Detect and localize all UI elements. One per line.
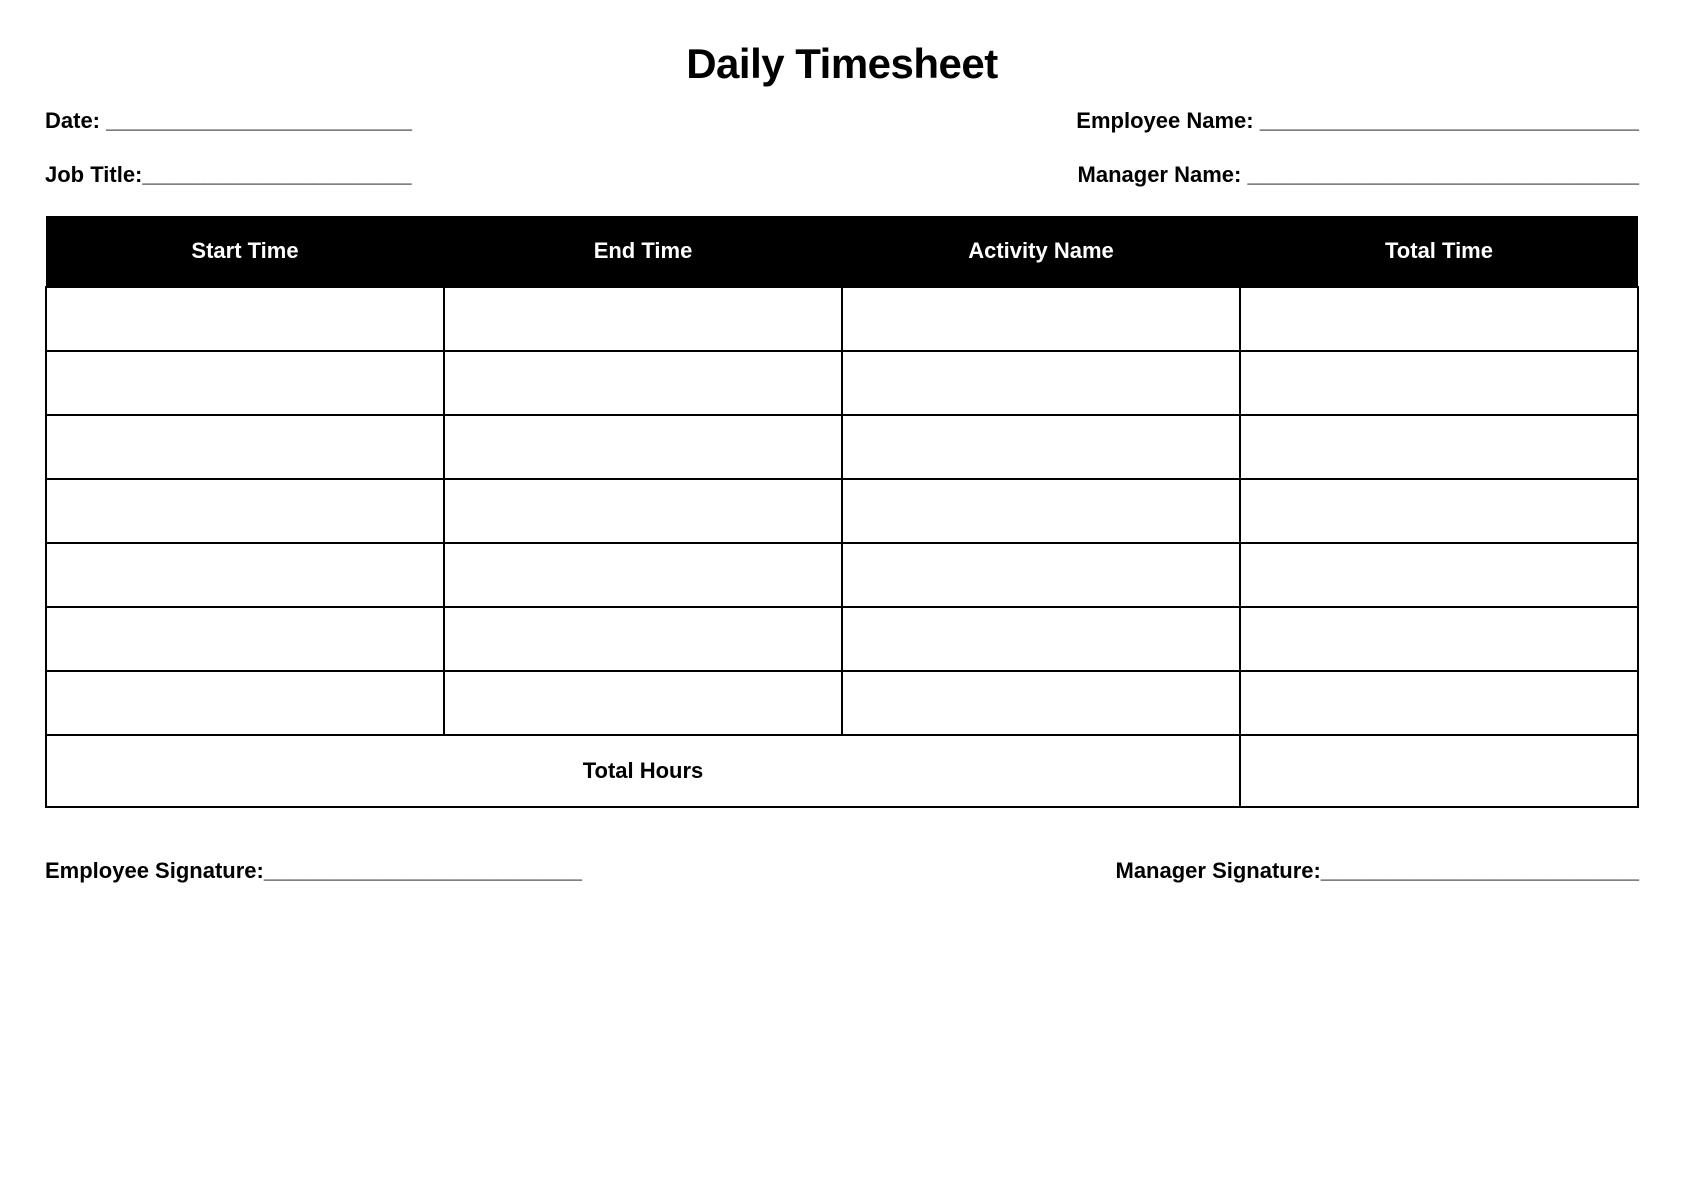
- cell-start-time[interactable]: [46, 543, 444, 607]
- cell-start-time[interactable]: [46, 287, 444, 351]
- cell-end-time[interactable]: [444, 671, 842, 735]
- info-row-2: Job Title:______________________ Manager…: [45, 162, 1639, 188]
- cell-start-time[interactable]: [46, 671, 444, 735]
- cell-total-time[interactable]: [1240, 351, 1638, 415]
- total-hours-value[interactable]: [1240, 735, 1638, 807]
- cell-total-time[interactable]: [1240, 671, 1638, 735]
- cell-start-time[interactable]: [46, 351, 444, 415]
- page-title: Daily Timesheet: [45, 40, 1639, 88]
- cell-end-time[interactable]: [444, 287, 842, 351]
- manager-signature-field[interactable]: Manager Signature:______________________…: [1116, 858, 1640, 884]
- cell-total-time[interactable]: [1240, 607, 1638, 671]
- header-end-time: End Time: [444, 216, 842, 287]
- header-activity-name: Activity Name: [842, 216, 1240, 287]
- signature-row: Employee Signature:_____________________…: [45, 858, 1639, 884]
- timesheet-table: Start Time End Time Activity Name Total …: [45, 216, 1639, 808]
- table-row: [46, 479, 1638, 543]
- cell-activity-name[interactable]: [842, 671, 1240, 735]
- cell-end-time[interactable]: [444, 607, 842, 671]
- cell-activity-name[interactable]: [842, 543, 1240, 607]
- total-hours-label: Total Hours: [46, 735, 1240, 807]
- table-row: [46, 415, 1638, 479]
- cell-activity-name[interactable]: [842, 415, 1240, 479]
- cell-activity-name[interactable]: [842, 287, 1240, 351]
- cell-end-time[interactable]: [444, 543, 842, 607]
- table-row: [46, 671, 1638, 735]
- job-title-field[interactable]: Job Title:______________________: [45, 162, 412, 188]
- cell-total-time[interactable]: [1240, 543, 1638, 607]
- table-row: [46, 607, 1638, 671]
- table-row: [46, 287, 1638, 351]
- cell-end-time[interactable]: [444, 415, 842, 479]
- cell-end-time[interactable]: [444, 351, 842, 415]
- cell-total-time[interactable]: [1240, 479, 1638, 543]
- table-row: [46, 543, 1638, 607]
- cell-activity-name[interactable]: [842, 607, 1240, 671]
- cell-activity-name[interactable]: [842, 351, 1240, 415]
- table-header-row: Start Time End Time Activity Name Total …: [46, 216, 1638, 287]
- cell-total-time[interactable]: [1240, 415, 1638, 479]
- cell-start-time[interactable]: [46, 607, 444, 671]
- info-row-1: Date: _________________________ Employee…: [45, 108, 1639, 134]
- employee-signature-field[interactable]: Employee Signature:_____________________…: [45, 858, 582, 884]
- date-field[interactable]: Date: _________________________: [45, 108, 412, 134]
- cell-start-time[interactable]: [46, 415, 444, 479]
- total-hours-row: Total Hours: [46, 735, 1638, 807]
- employee-name-field[interactable]: Employee Name: _________________________…: [1076, 108, 1639, 134]
- table-row: [46, 351, 1638, 415]
- manager-name-field[interactable]: Manager Name: __________________________…: [1078, 162, 1639, 188]
- cell-total-time[interactable]: [1240, 287, 1638, 351]
- timesheet-table-container: Start Time End Time Activity Name Total …: [45, 216, 1639, 808]
- header-total-time: Total Time: [1240, 216, 1638, 287]
- cell-start-time[interactable]: [46, 479, 444, 543]
- cell-end-time[interactable]: [444, 479, 842, 543]
- header-start-time: Start Time: [46, 216, 444, 287]
- cell-activity-name[interactable]: [842, 479, 1240, 543]
